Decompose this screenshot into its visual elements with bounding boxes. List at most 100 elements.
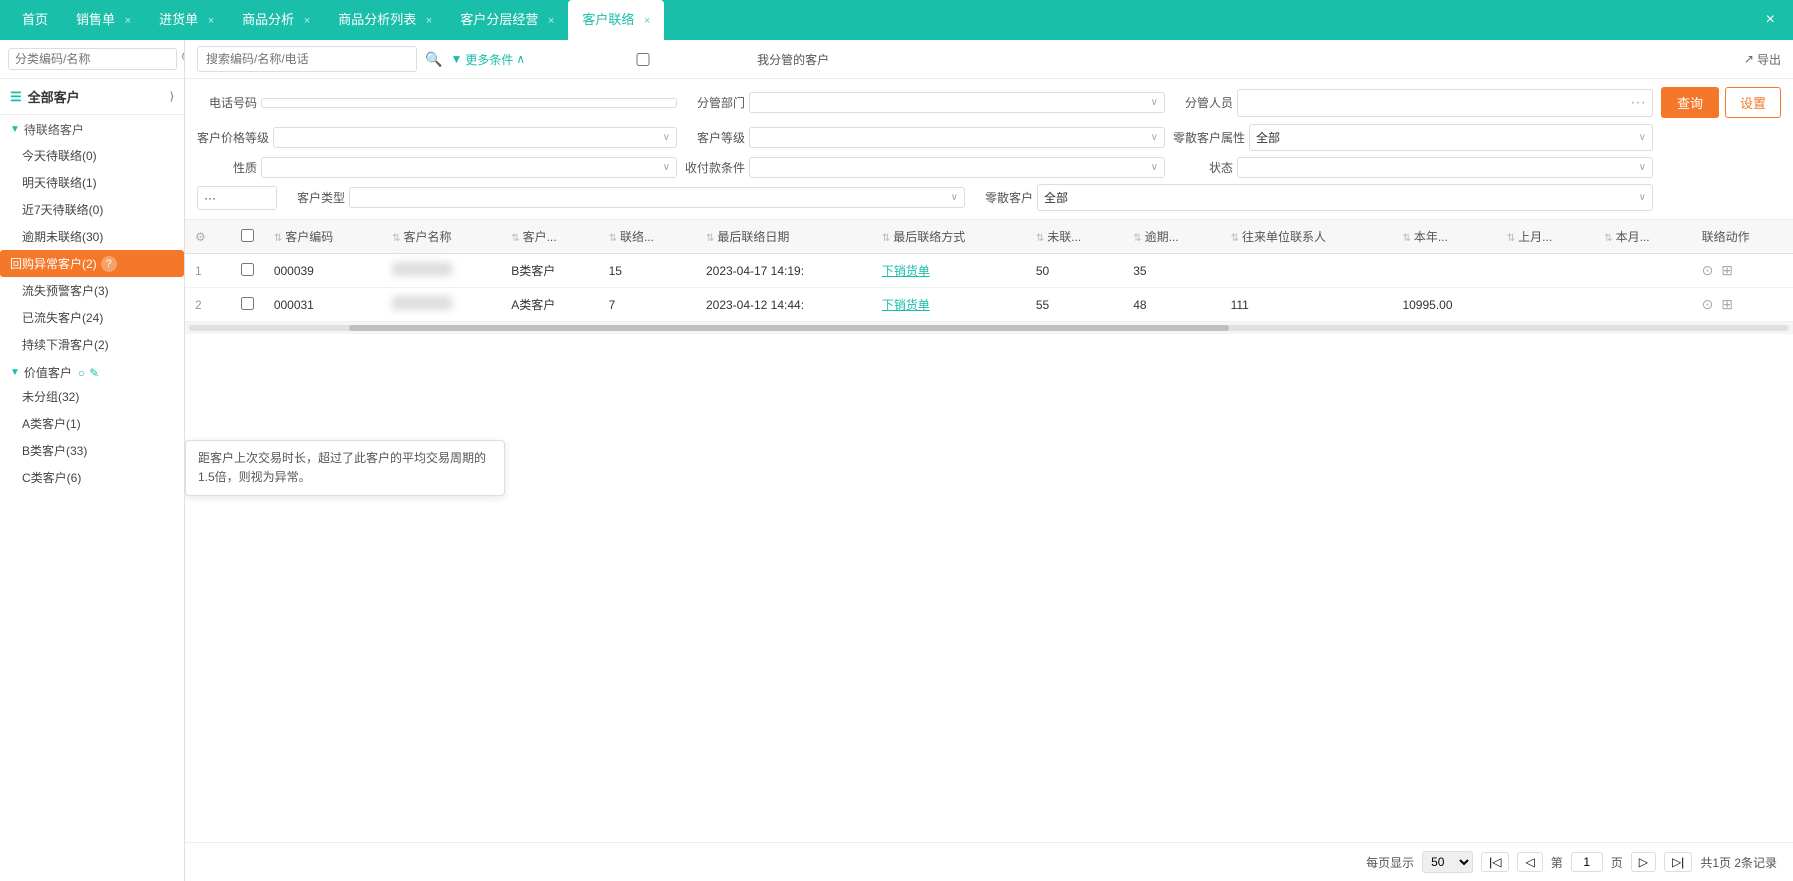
settings-icon[interactable]: ⚙ [195,230,206,244]
nav-purchase-close[interactable]: × [208,15,214,27]
my-customer-check[interactable] [533,53,753,66]
page-input[interactable] [1571,852,1603,872]
sidebar-collapse-btn[interactable]: ⟩ [170,90,174,103]
scrollbar-thumb[interactable] [349,325,1229,331]
value-group-edit-icon[interactable]: ✎ [89,366,99,380]
sidebar-item-churned[interactable]: 已流失客户(24) [0,304,184,331]
nav-window-close[interactable]: × [1756,11,1785,29]
filter-bar: 🔍 ▼ 更多条件 ∧ 我分管的客户 ↗ 导出 [185,40,1793,79]
th-code[interactable]: 客户编码 [264,220,382,254]
method-link-2[interactable]: 下销货单 [882,298,930,312]
th-not-contacted[interactable]: 未联... [1026,220,1123,254]
filter-scatter-customer-select[interactable]: 全部∨ [1037,184,1653,211]
filter-person-label: 分管人员 [1173,94,1233,111]
sidebar-item-tomorrow[interactable]: 明天待联络(1) [0,169,184,196]
select-all-checkbox[interactable] [241,229,254,242]
td-thisyear-2: 10995.00 [1392,288,1496,322]
th-customer-type[interactable]: 客户... [501,220,598,254]
th-this-year[interactable]: 本年... [1392,220,1496,254]
sidebar-group-pending[interactable]: ▼ 待联络客户 [0,115,184,142]
td-num-2: 2 [185,288,231,322]
th-overdue[interactable]: 逾期... [1123,220,1220,254]
filter-nature-select[interactable]: ∨ [261,157,677,178]
sidebar-item-b-class[interactable]: B类客户(33) [0,437,184,464]
th-last-contact-method[interactable]: 最后联络方式 [872,220,1026,254]
sidebar-item-churn-warning[interactable]: 流失预警客户(3) [0,277,184,304]
nav-sales-close[interactable]: × [125,15,131,27]
search-input[interactable] [197,46,417,72]
sidebar-item-a-class[interactable]: A类客户(1) [0,410,184,437]
next-page-btn[interactable]: ▷ [1631,852,1656,872]
nav-product-analysis-close[interactable]: × [304,15,310,27]
sidebar-item-declining[interactable]: 持续下滑客户(2) [0,331,184,358]
sidebar-group-abnormal[interactable]: 回购异常客户(2) ? [0,250,184,277]
th-last-contact-date[interactable]: 最后联络日期 [696,220,872,254]
export-button[interactable]: ↗ 导出 [1744,51,1781,68]
filter-dept-select[interactable]: ∨ [749,92,1165,113]
filter-price-level-select[interactable]: ∨ [273,127,677,148]
sidebar-item-today[interactable]: 今天待联络(0) [0,142,184,169]
td-method-2[interactable]: 下销货单 [872,288,1026,322]
filter-phone-input[interactable] [261,98,677,108]
row-checkbox-1[interactable] [241,263,254,276]
filter-status-select[interactable]: ∨ [1237,157,1653,178]
info-icon[interactable]: ? [101,256,117,272]
filter-payment-select[interactable]: ∨ [749,157,1165,178]
link-icon-1[interactable]: ⊙ [1702,262,1714,279]
link-icon-2[interactable]: ⊙ [1702,296,1714,313]
per-page-select[interactable]: 50 20 100 [1422,851,1473,873]
td-date-2: 2023-04-12 14:44: [696,288,872,322]
filter-dots-btn[interactable]: ··· [197,186,277,210]
td-check-2[interactable] [231,288,264,322]
prev-page-btn[interactable]: ◁ [1517,852,1542,872]
settings-button[interactable]: 设置 [1725,87,1781,118]
th-name[interactable]: 客户名称 [382,220,501,254]
search-button[interactable]: 🔍 [425,51,442,68]
filter-person-select[interactable]: ··· [1237,89,1653,117]
td-type-1: B类客户 [501,254,598,288]
th-contact-count[interactable]: 联络... [599,220,696,254]
more-conditions-btn[interactable]: ▼ 更多条件 ∧ [450,51,525,68]
first-page-btn[interactable]: |◁ [1481,852,1509,872]
method-link-1[interactable]: 下销货单 [882,264,930,278]
nav-sales[interactable]: 销售单 × [62,0,145,40]
value-group-circle-icon[interactable]: ○ [78,366,85,380]
sidebar-item-c-class[interactable]: C类客户(6) [0,464,184,491]
nav-product-analysis-list-close[interactable]: × [426,15,432,27]
th-settings[interactable]: ⚙ [185,220,231,254]
th-last-month[interactable]: 上月... [1497,220,1594,254]
filter-scatter-customer: 零散客户 全部∨ [973,184,1653,211]
sidebar-all-customers[interactable]: ☰ 全部客户 ⟩ [0,79,184,115]
nav-purchase[interactable]: 进货单 × [145,0,228,40]
my-customer-checkbox[interactable]: 我分管的客户 [533,51,829,68]
sidebar: 🔍 ☰ 全部客户 ⟩ ▼ 待联络客户 今天待联络(0) 明天待联络(1) 近7天… [0,40,185,881]
caret-down-icon-3: ∨ [1151,132,1158,143]
nav-home[interactable]: 首页 [8,0,62,40]
td-method-1[interactable]: 下销货单 [872,254,1026,288]
nav-customer-contact[interactable]: 客户联络 × [568,0,664,40]
nav-customer-contact-close[interactable]: × [644,15,650,27]
sidebar-item-overdue-contact[interactable]: 逾期未联络(30) [0,223,184,250]
horizontal-scrollbar[interactable] [185,322,1793,334]
grid-icon-1[interactable]: ⊞ [1721,262,1733,279]
th-this-month[interactable]: 本月... [1594,220,1691,254]
th-contacts[interactable]: 往来单位联系人 [1221,220,1393,254]
table-row: 1 000039 B类客户 15 2023-04-17 14:19: 下销货单 … [185,254,1793,288]
nav-product-analysis-list[interactable]: 商品分析列表 × [324,0,446,40]
filter-customer-level-select[interactable]: ∨ [749,127,1165,148]
nav-customer-segmentation-close[interactable]: × [548,15,554,27]
filter-customer-type-select[interactable]: ∨ [349,187,965,208]
caret-down-icon-5: ∨ [663,162,670,173]
last-page-btn[interactable]: ▷| [1664,852,1692,872]
nav-product-analysis[interactable]: 商品分析 × [228,0,324,40]
nav-customer-segmentation[interactable]: 客户分层经营 × [446,0,568,40]
grid-icon-2[interactable]: ⊞ [1721,296,1733,313]
td-check-1[interactable] [231,254,264,288]
th-checkbox[interactable] [231,220,264,254]
query-button[interactable]: 查询 [1661,87,1719,118]
sidebar-item-ungrouped[interactable]: 未分组(32) [0,383,184,410]
row-checkbox-2[interactable] [241,297,254,310]
sidebar-item-7days[interactable]: 近7天待联络(0) [0,196,184,223]
filter-scatter-attr-select[interactable]: 全部∨ [1249,124,1653,151]
sidebar-search-input[interactable] [8,48,177,70]
